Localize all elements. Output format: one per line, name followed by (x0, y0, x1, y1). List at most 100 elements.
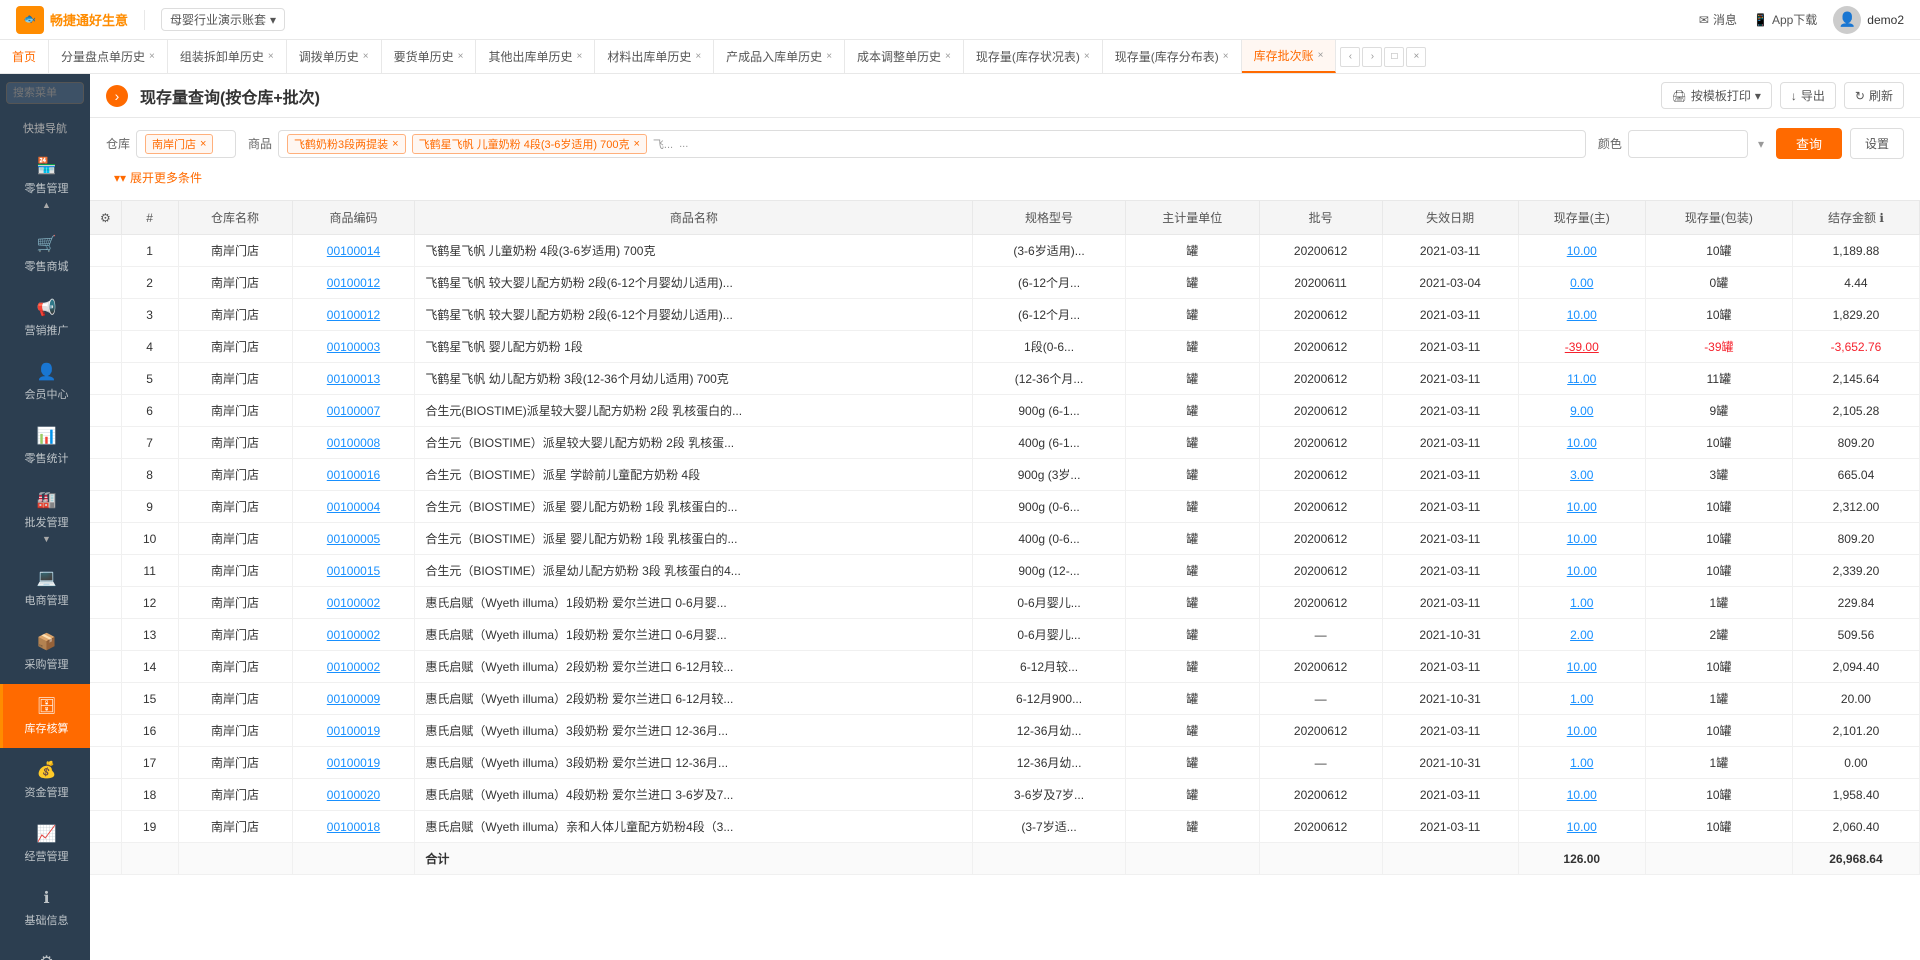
expand-more-btn[interactable]: ▾▾ 展开更多条件 (106, 165, 1904, 190)
stock-main-link[interactable]: 10.00 (1567, 532, 1597, 546)
stock-main-link[interactable]: 11.00 (1567, 372, 1596, 386)
sku-link[interactable]: 00100009 (327, 692, 380, 706)
sku-link[interactable]: 00100002 (327, 596, 380, 610)
stock-main-link[interactable]: 10.00 (1567, 564, 1597, 578)
tab-inventory-dist[interactable]: 现存量(库存分布表) × (1103, 40, 1242, 73)
stock-main-link[interactable]: 10.00 (1567, 788, 1597, 802)
tab-product-in[interactable]: 产成品入库单历史 × (714, 40, 845, 73)
sidebar-item-retail-shop[interactable]: 🛒 零售商城 (0, 222, 90, 286)
close-cost-adjust-icon[interactable]: × (945, 51, 951, 62)
tab-split-check[interactable]: 分量盘点单历史 × (49, 40, 168, 73)
tab-other-out[interactable]: 其他出库单历史 × (476, 40, 595, 73)
stock-main-link[interactable]: 1.00 (1570, 756, 1593, 770)
stock-main-link[interactable]: 10.00 (1567, 724, 1597, 738)
message-btn[interactable]: ✉ 消息 (1699, 11, 1737, 28)
quick-nav-btn[interactable]: 快捷导航 (0, 112, 90, 144)
stock-main-link[interactable]: 10.00 (1567, 660, 1597, 674)
store-selector[interactable]: 母婴行业演示账套 ▾ (161, 8, 285, 31)
refresh-btn[interactable]: ↻ 刷新 (1844, 82, 1904, 109)
sidebar-item-purchase[interactable]: 📦 采购管理 (0, 620, 90, 684)
sku-link[interactable]: 00100018 (327, 820, 380, 834)
sku-link[interactable]: 00100002 (327, 628, 380, 642)
stock-main-link[interactable]: 10.00 (1567, 244, 1597, 258)
tab-transfer[interactable]: 调拨单历史 × (287, 40, 382, 73)
stock-main-link[interactable]: -39.00 (1565, 340, 1599, 354)
product-tag-group[interactable]: 飞鹤奶粉3段两提装 × 飞鹤星飞帆 儿童奶粉 4段(3-6岁适用) 700克 ×… (278, 130, 1586, 158)
nav-close-all-icon[interactable]: × (1406, 47, 1426, 67)
close-split-check-icon[interactable]: × (149, 51, 155, 62)
close-other-out-icon[interactable]: × (576, 51, 582, 62)
stock-main-link[interactable]: 1.00 (1570, 692, 1593, 706)
close-requisition-icon[interactable]: × (458, 51, 464, 62)
tab-cost-adjust[interactable]: 成本调整单历史 × (845, 40, 964, 73)
sku-link[interactable]: 00100007 (327, 404, 380, 418)
close-disassemble-icon[interactable]: × (268, 51, 274, 62)
sku-link[interactable]: 00100008 (327, 436, 380, 450)
sku-link[interactable]: 00100015 (327, 564, 380, 578)
sidebar-item-marketing[interactable]: 📢 营销推广 (0, 286, 90, 350)
sku-link[interactable]: 00100019 (327, 724, 380, 738)
sidebar-item-retail-stats[interactable]: 📊 零售统计 (0, 414, 90, 478)
product-tag-2-close-icon[interactable]: × (633, 138, 639, 150)
user-info[interactable]: 👤 demo2 (1833, 6, 1904, 34)
sku-link[interactable]: 00100012 (327, 276, 380, 290)
warehouse-tag-close-icon[interactable]: × (200, 138, 206, 150)
cell-spec: 12-36月幼... (973, 747, 1126, 779)
close-inventory-dist-icon[interactable]: × (1223, 51, 1229, 62)
tab-material-out[interactable]: 材料出库单历史 × (595, 40, 714, 73)
stock-main-link[interactable]: 10.00 (1567, 436, 1597, 450)
stock-main-link[interactable]: 0.00 (1570, 276, 1593, 290)
sku-link[interactable]: 00100005 (327, 532, 380, 546)
close-inventory-status-icon[interactable]: × (1084, 51, 1090, 62)
tab-inventory-batch[interactable]: 库存批次账 × (1242, 40, 1337, 73)
close-material-out-icon[interactable]: × (695, 51, 701, 62)
tab-inventory-status[interactable]: 现存量(库存状况表) × (964, 40, 1103, 73)
sku-link[interactable]: 00100013 (327, 372, 380, 386)
sidebar-item-operations[interactable]: 📈 经营管理 (0, 812, 90, 876)
nav-prev-arrow[interactable]: ‹ (1340, 47, 1360, 67)
stock-main-link[interactable]: 10.00 (1567, 500, 1597, 514)
warehouse-tag-group[interactable]: 南岸门店 × (136, 130, 236, 158)
stock-main-link[interactable]: 1.00 (1570, 596, 1593, 610)
sidebar-item-wholesale[interactable]: 🏭 批发管理 ▼ (0, 478, 90, 556)
nav-maximize-icon[interactable]: □ (1384, 47, 1404, 67)
color-tag-group[interactable] (1628, 130, 1748, 158)
nav-next-arrow[interactable]: › (1362, 47, 1382, 67)
stock-main-link[interactable]: 2.00 (1570, 628, 1593, 642)
sku-link[interactable]: 00100002 (327, 660, 380, 674)
sidebar-item-system[interactable]: ⚙ 系统管理 (0, 940, 90, 960)
setting-btn[interactable]: 设置 (1850, 128, 1904, 159)
sku-link[interactable]: 00100019 (327, 756, 380, 770)
sku-link[interactable]: 00100004 (327, 500, 380, 514)
expand-sidebar-btn[interactable]: › (106, 85, 128, 107)
sku-link[interactable]: 00100016 (327, 468, 380, 482)
search-input[interactable] (6, 82, 84, 104)
template-print-btn[interactable]: 🖨 按模板打印 ▾ (1661, 82, 1772, 109)
tab-disassemble[interactable]: 组装拆卸单历史 × (168, 40, 287, 73)
product-tag-1-close-icon[interactable]: × (392, 138, 398, 150)
tab-home[interactable]: 首页 (0, 40, 49, 73)
col-setting[interactable]: ⚙ (90, 201, 121, 235)
sidebar-item-ecommerce[interactable]: 💻 电商管理 (0, 556, 90, 620)
tab-requisition[interactable]: 要货单历史 × (382, 40, 477, 73)
stock-main-link[interactable]: 9.00 (1570, 404, 1593, 418)
sku-link[interactable]: 00100003 (327, 340, 380, 354)
sku-link[interactable]: 00100012 (327, 308, 380, 322)
stock-main-link[interactable]: 3.00 (1570, 468, 1593, 482)
stock-main-link[interactable]: 10.00 (1567, 308, 1597, 322)
sku-link[interactable]: 00100020 (327, 788, 380, 802)
close-transfer-icon[interactable]: × (363, 51, 369, 62)
query-btn[interactable]: 查询 (1776, 128, 1842, 159)
stock-main-link[interactable]: 10.00 (1567, 820, 1597, 834)
sidebar-item-basic-info[interactable]: ℹ 基础信息 (0, 876, 90, 940)
export-btn[interactable]: ↓ 导出 (1780, 82, 1836, 109)
app-download-btn[interactable]: 📱 App下载 (1753, 11, 1817, 28)
sidebar-item-retail-mgmt[interactable]: 🏪 零售管理 ▲ (0, 144, 90, 222)
sku-link[interactable]: 00100014 (327, 244, 380, 258)
product-more-btn[interactable]: 飞... (653, 136, 673, 152)
sidebar-item-inventory[interactable]: 🗄 库存核算 (0, 684, 90, 748)
sidebar-item-member-center[interactable]: 👤 会员中心 (0, 350, 90, 414)
close-inventory-batch-icon[interactable]: × (1318, 50, 1324, 61)
sidebar-item-finance[interactable]: 💰 资金管理 (0, 748, 90, 812)
close-product-in-icon[interactable]: × (826, 51, 832, 62)
